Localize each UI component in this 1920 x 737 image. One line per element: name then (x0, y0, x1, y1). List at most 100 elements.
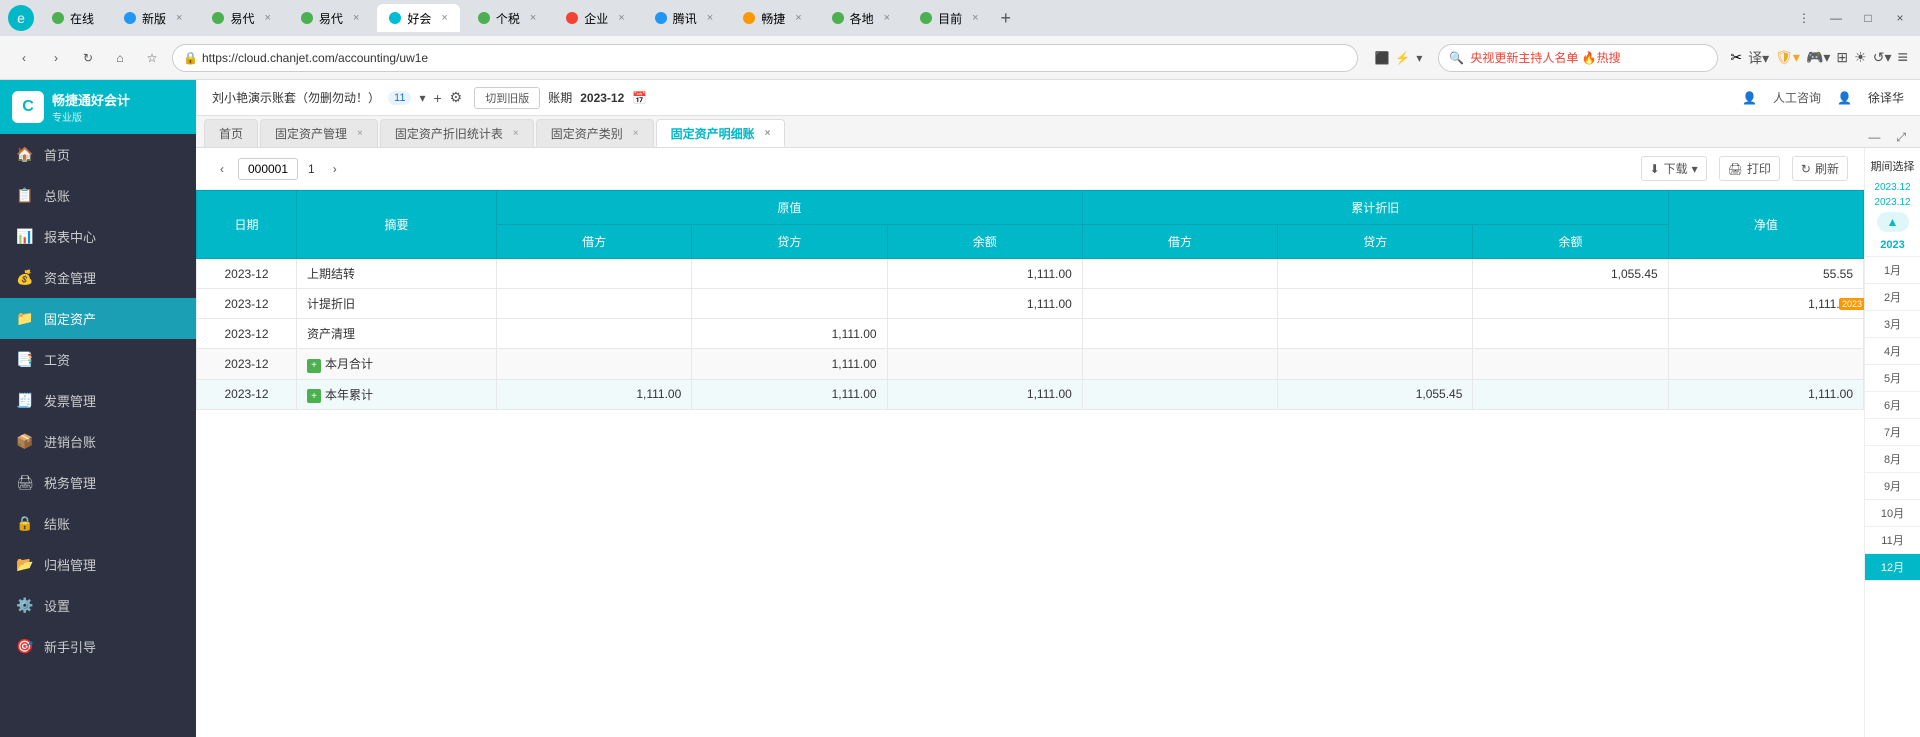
calendar-icon[interactable]: 📅 (632, 91, 647, 105)
browser-tab-new[interactable]: 新版 × (112, 4, 194, 32)
close-icon[interactable]: × (441, 12, 447, 24)
browser-tab-gedi[interactable]: 各地 × (820, 4, 902, 32)
tab-close-icon[interactable]: × (633, 128, 639, 139)
print-button[interactable]: 🖨 打印 (1719, 156, 1780, 181)
browser-tab-tencent[interactable]: 腾讯 × (643, 4, 725, 32)
sidebar-item-tax[interactable]: 🖨 税务管理 (0, 462, 196, 503)
scissors-icon[interactable]: ✂ (1730, 49, 1742, 66)
address-bar[interactable]: 🔒 https://cloud.chanjet.com/accounting/u… (172, 44, 1358, 72)
period-month-3[interactable]: 3月 (1865, 311, 1920, 338)
sidebar-item-payroll[interactable]: 📑 工资 (0, 339, 196, 380)
period-year-2023[interactable]: 2023 (1865, 234, 1920, 257)
browser-tab-yidai2[interactable]: 易代 × (289, 4, 371, 32)
tab-asset-category[interactable]: 固定资产类别 × (536, 119, 654, 147)
menu-icon[interactable]: ≡ (1897, 47, 1908, 68)
scroll-up-button[interactable]: ▲ (1877, 212, 1909, 232)
period-label: 账期 (548, 89, 572, 106)
close-icon[interactable]: × (353, 12, 359, 24)
sidebar-item-fixed-assets[interactable]: 📁 固定资产 (0, 298, 196, 339)
close-icon[interactable]: × (176, 12, 182, 24)
browser-tab-online[interactable]: 在线 (40, 4, 106, 32)
sidebar-item-funds[interactable]: 💰 资金管理 (0, 257, 196, 298)
browser-tab-geshui[interactable]: 个税 × (466, 4, 548, 32)
qr-icon[interactable]: ⬛ (1374, 51, 1389, 65)
sidebar-item-archive[interactable]: 📂 归档管理 (0, 544, 196, 585)
add-account-icon[interactable]: + (433, 90, 441, 106)
tab-depreciation-summary[interactable]: 固定资产折旧统计表 × (380, 119, 534, 147)
tab-close-icon[interactable]: × (513, 128, 519, 139)
browser-tab-qiye[interactable]: 企业 × (554, 4, 636, 32)
grid-icon[interactable]: ⊞ (1836, 49, 1848, 66)
maximize-button[interactable]: □ (1856, 6, 1880, 30)
close-icon[interactable]: × (707, 12, 713, 24)
period-selected-end: 2023.12 (1872, 195, 1912, 210)
tab-asset-detail-ledger[interactable]: 固定资产明细账 × (656, 119, 786, 147)
browser-tab-mubiao[interactable]: 目前 × (908, 4, 990, 32)
new-tab-button[interactable]: + (1001, 8, 1012, 29)
sidebar-item-invoice[interactable]: 🧾 发票管理 (0, 380, 196, 421)
bookmark-button[interactable]: ☆ (140, 46, 164, 70)
home-icon: 🏠 (16, 146, 34, 164)
expand-tab-icon[interactable]: ⤢ (1890, 128, 1912, 147)
dropdown-icon[interactable]: ▾ (1416, 51, 1422, 65)
close-icon[interactable]: × (795, 12, 801, 24)
tab-fixed-assets-mgmt[interactable]: 固定资产管理 × (260, 119, 378, 147)
translate-icon[interactable]: 译▾ (1748, 48, 1769, 68)
sidebar-item-general-ledger[interactable]: 📋 总账 (0, 175, 196, 216)
period-month-9[interactable]: 9月 (1865, 473, 1920, 500)
settings-cog-icon[interactable]: ⚙ (450, 89, 463, 106)
next-page-button[interactable]: › (325, 159, 345, 179)
dropdown-arrow-icon[interactable]: ▾ (419, 91, 425, 105)
search-bar[interactable]: 🔍 央视更新主持人名单 🔥热搜 (1438, 44, 1718, 72)
tab-close-icon[interactable]: × (357, 128, 363, 139)
download-dropdown-icon[interactable]: ▾ (1692, 162, 1698, 176)
sidebar-item-reports[interactable]: 📊 报表中心 (0, 216, 196, 257)
period-month-11[interactable]: 11月 (1865, 527, 1920, 554)
close-icon[interactable]: × (972, 12, 978, 24)
game-icon[interactable]: 🎮▾ (1806, 49, 1830, 66)
sidebar-item-home[interactable]: 🏠 首页 (0, 134, 196, 175)
brightness-icon[interactable]: ☀ (1854, 49, 1867, 66)
refresh-button[interactable]: ↻ 刷新 (1792, 156, 1848, 181)
sidebar-item-beginner-guide[interactable]: 🎯 新手引导 (0, 626, 196, 667)
browser-tab-haokuai[interactable]: 好会 × (377, 4, 459, 32)
reload-button[interactable]: ↻ (76, 46, 100, 70)
period-month-1[interactable]: 1月 (1865, 257, 1920, 284)
browser-tab-yidai1[interactable]: 易代 × (200, 4, 282, 32)
tab-home[interactable]: 首页 (204, 119, 258, 147)
sidebar-item-settings[interactable]: ⚙️ 设置 (0, 585, 196, 626)
close-icon[interactable]: × (884, 12, 890, 24)
forward-button[interactable]: › (44, 46, 68, 70)
period-month-7[interactable]: 7月 (1865, 419, 1920, 446)
close-window-button[interactable]: × (1888, 6, 1912, 30)
lightning-icon[interactable]: ⚡ (1395, 51, 1410, 65)
home-button[interactable]: ⌂ (108, 46, 132, 70)
prev-page-button[interactable]: ‹ (212, 159, 232, 179)
period-month-4[interactable]: 4月 (1865, 338, 1920, 365)
back-button[interactable]: ‹ (12, 46, 36, 70)
period-month-12[interactable]: 12月 (1865, 554, 1920, 581)
close-icon[interactable]: × (618, 12, 624, 24)
period-month-10[interactable]: 10月 (1865, 500, 1920, 527)
minimize-tab-icon[interactable]: — (1862, 128, 1886, 147)
close-icon[interactable]: × (530, 12, 536, 24)
tax-icon: 🖨 (16, 474, 34, 492)
switch-version-button[interactable]: 切到旧版 (474, 87, 540, 109)
download-button[interactable]: ⬇ 下载 ▾ (1641, 156, 1707, 181)
close-icon[interactable]: × (264, 12, 270, 24)
sidebar-item-trade-ledger[interactable]: 📦 进销台账 (0, 421, 196, 462)
minimize-button[interactable]: — (1824, 6, 1848, 30)
period-month-8[interactable]: 8月 (1865, 446, 1920, 473)
sidebar-item-closing[interactable]: 🔒 结账 (0, 503, 196, 544)
undo-icon[interactable]: ↺▾ (1873, 49, 1892, 66)
tab-close-icon[interactable]: × (765, 128, 771, 139)
period-month-2[interactable]: 2月 (1865, 284, 1920, 311)
browser-tab-changjie[interactable]: 畅捷 × (731, 4, 813, 32)
period-month-6[interactable]: 6月 (1865, 392, 1920, 419)
extensions-button[interactable]: ⋮ (1792, 6, 1816, 30)
help-text[interactable]: 人工咨询 (1773, 89, 1821, 106)
account-code-input[interactable] (238, 158, 298, 180)
shield-icon[interactable]: 🛡▾ (1775, 49, 1800, 66)
period-month-5[interactable]: 5月 (1865, 365, 1920, 392)
cell-orig-credit: 1,111.00 (692, 319, 887, 349)
